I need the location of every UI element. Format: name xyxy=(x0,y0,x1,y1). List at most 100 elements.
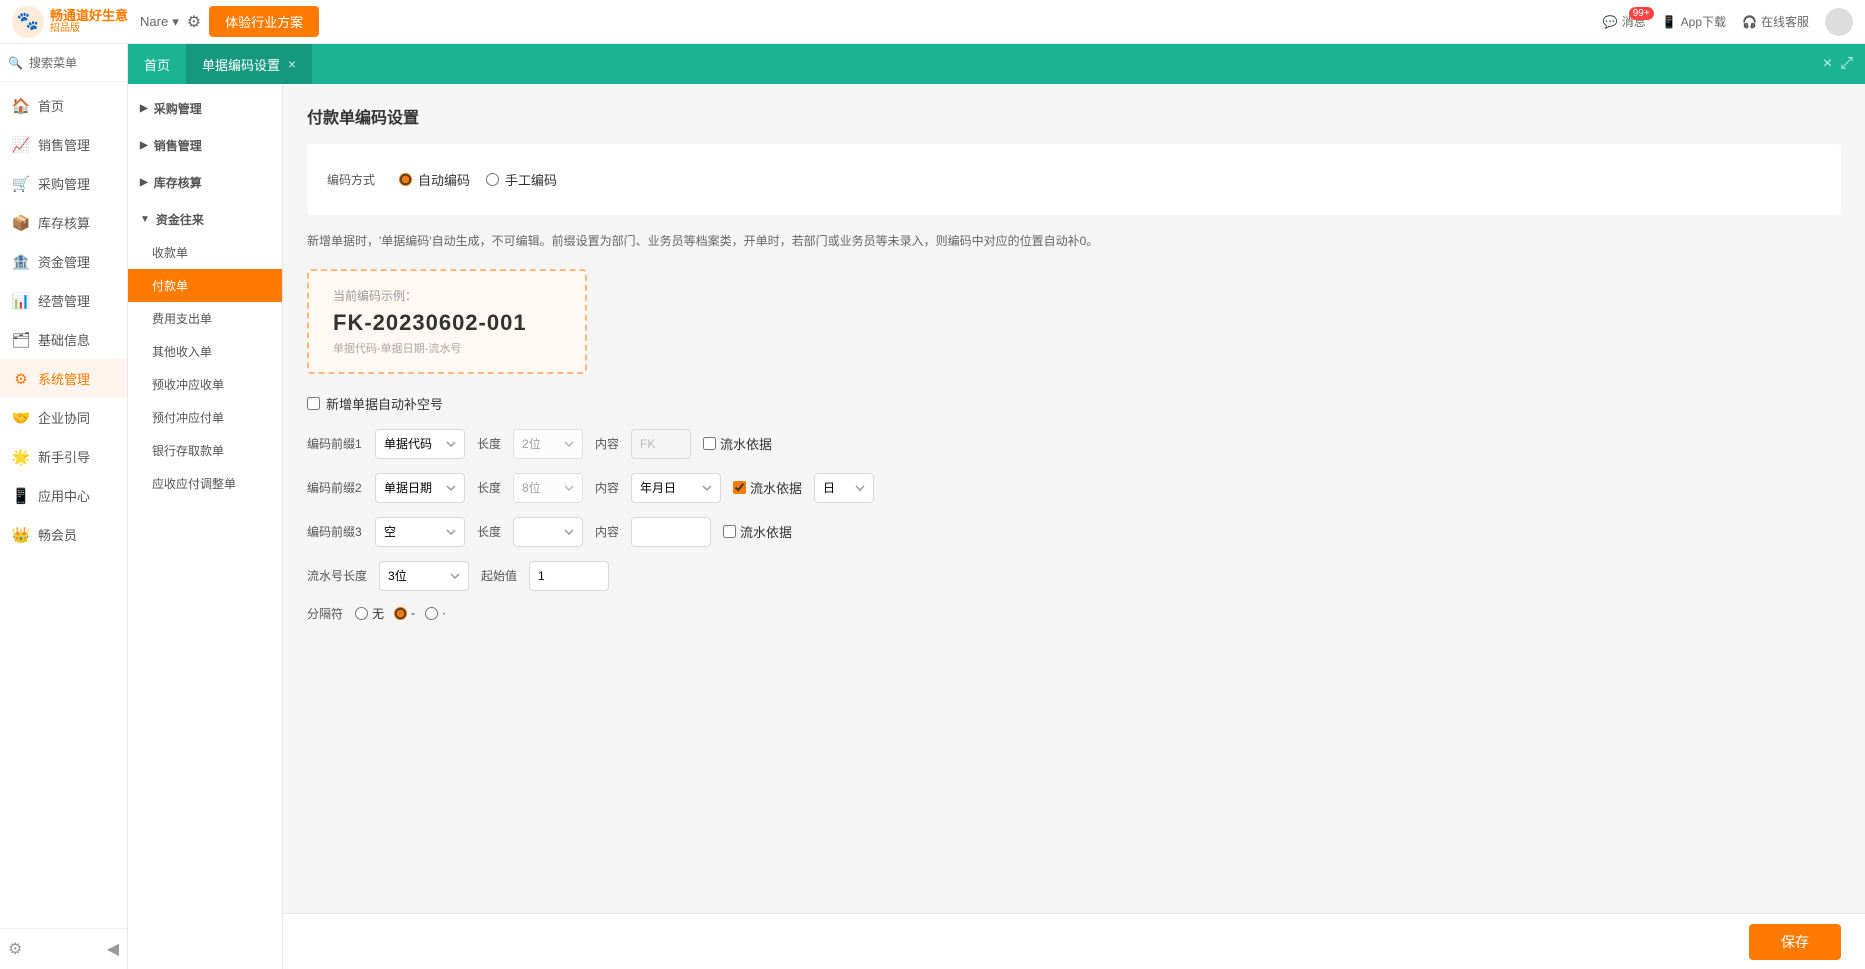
prefix2-watermark-label: 流水依据 xyxy=(750,478,802,497)
separator-other-label[interactable]: · xyxy=(425,606,446,620)
tab-current[interactable]: 单据编码设置 × xyxy=(186,44,312,84)
sidebar-item-newguide[interactable]: 🌟 新手引导 xyxy=(0,437,127,476)
separator-none-radio[interactable] xyxy=(355,607,368,620)
arrow-down-icon: ▼ xyxy=(140,214,150,225)
prefix2-watermark-checkbox[interactable] xyxy=(733,481,746,494)
tab-close-icon[interactable]: × xyxy=(288,56,296,72)
prefix1-watermark-checkbox[interactable] xyxy=(703,437,716,450)
sidebar-menu: 🏠 首页 📈 销售管理 🛒 采购管理 📦 库存核算 🏦 资金管理 📊 经 xyxy=(0,82,127,928)
save-button[interactable]: 保存 xyxy=(1749,924,1841,960)
separator-none-label[interactable]: 无 xyxy=(355,605,384,622)
user-avatar[interactable] xyxy=(1825,8,1853,36)
member-icon: 👑 xyxy=(12,526,30,544)
prefix3-select[interactable]: 空 单据代码 单据日期 部门 业务员 xyxy=(375,517,465,547)
prefix1-watermark-row[interactable]: 流水依据 xyxy=(703,434,772,453)
basics-icon: 🗂 xyxy=(12,331,30,349)
prefix2-content-select[interactable]: 年月日 年月 年 xyxy=(631,473,721,503)
prefix3-content-input[interactable] xyxy=(631,517,711,547)
app-download-item[interactable]: 📱 App下载 xyxy=(1662,13,1726,30)
prefix3-label: 编码前缀3 xyxy=(307,523,363,540)
auto-fill-checkbox[interactable] xyxy=(307,397,320,410)
top-bar-right: 💬 消息 99+ 📱 App下载 🎧 在线客服 xyxy=(1603,8,1853,36)
sidebar-item-inventory[interactable]: 📦 库存核算 xyxy=(0,203,127,242)
separator-dot-label[interactable]: - xyxy=(394,606,415,620)
sub-nav-header-finance[interactable]: ▼ 资金往来 xyxy=(128,203,282,236)
prefix1-content-input[interactable] xyxy=(631,429,691,459)
manual-encoding-radio[interactable] xyxy=(486,173,499,186)
tab-home[interactable]: 首页 xyxy=(128,44,186,84)
tab-maximize-btn[interactable]: ⤢ xyxy=(1840,55,1853,73)
sub-nav-group-finance: ▼ 资金往来 收款单 付款单 费用支出单 其他收入单 预收冲应收单 预付冲应付单… xyxy=(128,203,282,500)
sidebar-collapse-icon[interactable]: ◀ xyxy=(107,939,119,959)
app-download-icon: 📱 xyxy=(1662,15,1677,29)
serial-row: 流水号长度 3位 4位 5位 6位 起始值 xyxy=(307,561,1841,591)
sub-nav-item-expense[interactable]: 费用支出单 xyxy=(128,302,282,335)
sidebar-item-home[interactable]: 🏠 首页 xyxy=(0,86,127,125)
manual-encoding-label[interactable]: 手工编码 xyxy=(486,170,557,189)
separator-options: 无 - · xyxy=(355,605,446,622)
prefix1-watermark-label: 流水依据 xyxy=(720,434,772,453)
messages-item[interactable]: 💬 消息 99+ xyxy=(1603,13,1646,30)
apps-icon: 📱 xyxy=(12,487,30,505)
sub-nav-item-payment[interactable]: 付款单 xyxy=(128,269,282,302)
sub-nav-header-sales[interactable]: ▶ 销售管理 xyxy=(128,129,282,162)
logo-text: 畅通道好生意 招品版 xyxy=(50,8,128,36)
separator-other-radio[interactable] xyxy=(425,607,438,620)
sub-nav-item-receipt[interactable]: 收款单 xyxy=(128,236,282,269)
sub-nav-group-purchase: ▶ 采购管理 xyxy=(128,92,282,125)
search-icon: 🔍 xyxy=(8,56,23,70)
sidebar-item-enterprise[interactable]: 🤝 企业协同 xyxy=(0,398,127,437)
prefix2-select[interactable]: 单据日期 单据代码 部门 业务员 空 xyxy=(375,473,465,503)
logo-icon: 🐾 xyxy=(12,6,44,38)
sub-nav-item-other-income[interactable]: 其他收入单 xyxy=(128,335,282,368)
serial-start-input[interactable] xyxy=(529,561,609,591)
sidebar-settings-icon[interactable]: ⚙ xyxy=(8,939,22,959)
prefix3-length-select[interactable] xyxy=(513,517,583,547)
separator-label: 分隔符 xyxy=(307,605,343,622)
sub-nav-item-pre-payment[interactable]: 预付冲应付单 xyxy=(128,401,282,434)
prefix1-length-select[interactable]: 2位 xyxy=(513,429,583,459)
sidebar-item-basics[interactable]: 🗂 基础信息 xyxy=(0,320,127,359)
sidebar-search[interactable]: 🔍 搜索菜单 xyxy=(0,44,127,82)
serial-length-select[interactable]: 3位 4位 5位 6位 xyxy=(379,561,469,591)
footer-bar: 保存 xyxy=(283,913,1865,969)
preview-box: 当前编码示例： FK-20230602-001 单据代码-单据日期-流水号 xyxy=(307,269,587,374)
prefix2-period-select[interactable]: 日 月 年 xyxy=(814,473,874,503)
prefix3-watermark-row[interactable]: 流水依据 xyxy=(723,522,792,541)
prefix1-select[interactable]: 单据代码 单据日期 部门 业务员 空 xyxy=(375,429,465,459)
separator-none-text: 无 xyxy=(372,605,384,622)
sidebar-item-system[interactable]: ⚙ 系统管理 xyxy=(0,359,127,398)
prefix2-watermark-row[interactable]: 流水依据 xyxy=(733,478,802,497)
sidebar-item-sales[interactable]: 📈 销售管理 xyxy=(0,125,127,164)
sub-nav-header-purchase[interactable]: ▶ 采购管理 xyxy=(128,92,282,125)
main-area: 首页 单据编码设置 × × ⤢ ▶ 采购管理 xyxy=(128,44,1865,969)
arrow-right-icon: ▶ xyxy=(140,140,148,151)
online-service-item[interactable]: 🎧 在线客服 xyxy=(1742,13,1809,30)
tab-close-btn[interactable]: × xyxy=(1823,55,1832,73)
prefix3-watermark-checkbox[interactable] xyxy=(723,525,736,538)
separator-dot-radio[interactable] xyxy=(394,607,407,620)
content-wrapper: ▶ 采购管理 ▶ 销售管理 ▶ 库存核算 xyxy=(128,84,1865,969)
nav-dropdown[interactable]: Nare ▾ xyxy=(140,14,179,30)
sidebar-item-member[interactable]: 👑 畅会员 xyxy=(0,515,127,554)
separator-other-text: · xyxy=(442,606,446,620)
sidebar-item-label: 应用中心 xyxy=(38,486,90,505)
auto-encoding-text: 自动编码 xyxy=(418,170,470,189)
sidebar-item-purchase[interactable]: 🛒 采购管理 xyxy=(0,164,127,203)
sidebar-item-apps[interactable]: 📱 应用中心 xyxy=(0,476,127,515)
sidebar-item-operations[interactable]: 📊 经营管理 xyxy=(0,281,127,320)
prefix2-length-select[interactable]: 8位 xyxy=(513,473,583,503)
sub-nav-item-adjustment[interactable]: 应收应付调整单 xyxy=(128,467,282,500)
sub-nav-item-bank[interactable]: 银行存取款单 xyxy=(128,434,282,467)
settings-icon[interactable]: ⚙ xyxy=(187,12,201,32)
auto-encoding-label[interactable]: 自动编码 xyxy=(399,170,470,189)
trial-button[interactable]: 体验行业方案 xyxy=(209,6,319,37)
sub-nav-item-pre-receipt[interactable]: 预收冲应收单 xyxy=(128,368,282,401)
messages-badge: 99+ xyxy=(1629,7,1654,20)
sidebar-item-label: 系统管理 xyxy=(38,369,90,388)
operations-icon: 📊 xyxy=(12,292,30,310)
sub-nav-header-inventory[interactable]: ▶ 库存核算 xyxy=(128,166,282,199)
auto-encoding-radio[interactable] xyxy=(399,173,412,186)
sidebar-item-finance[interactable]: 🏦 资金管理 xyxy=(0,242,127,281)
sub-nav-group-label: 采购管理 xyxy=(154,100,202,117)
